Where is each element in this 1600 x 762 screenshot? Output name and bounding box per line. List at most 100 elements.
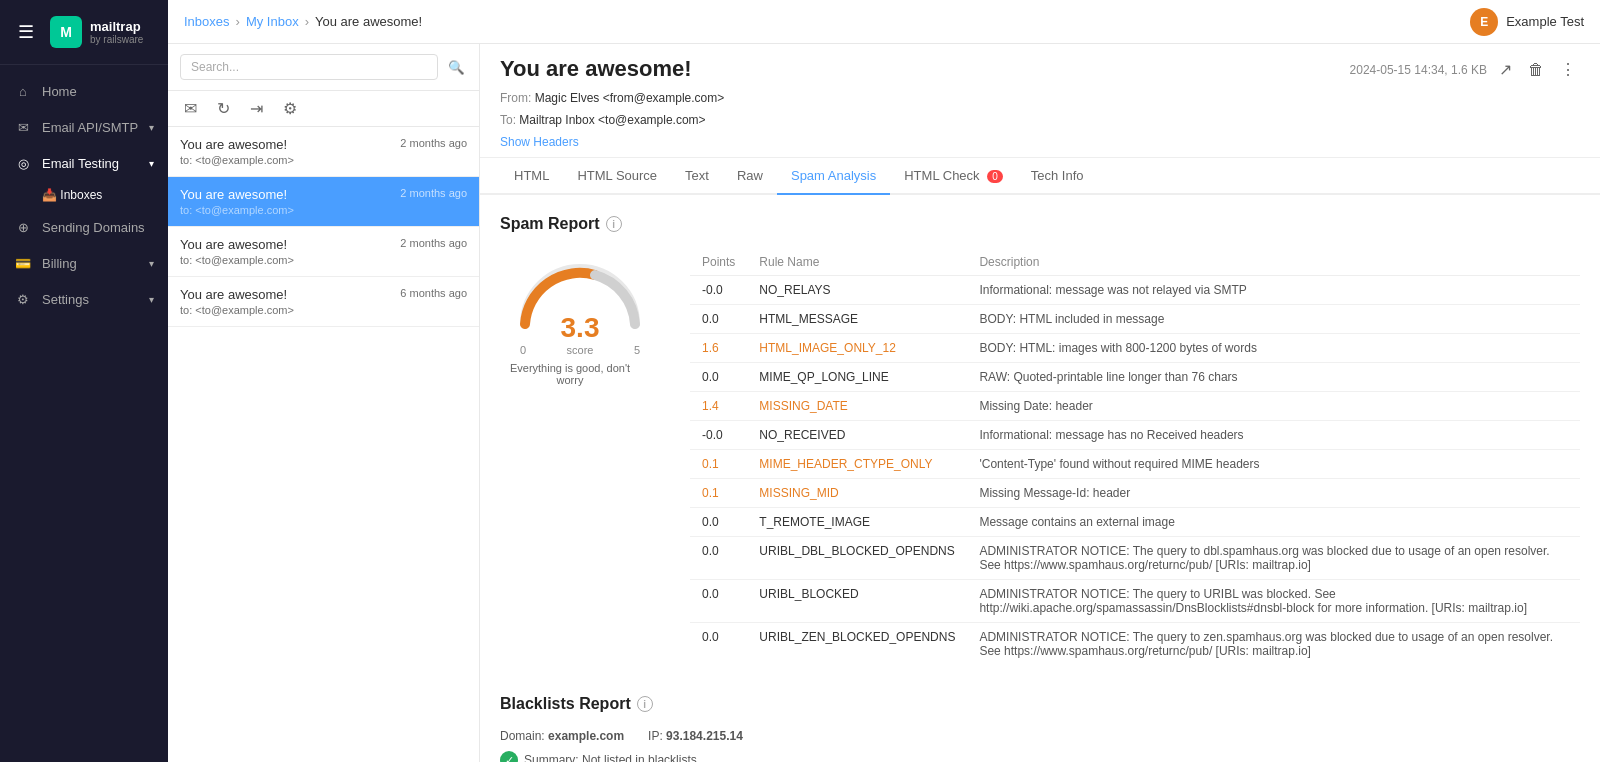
spam-report-content: 3.3 0 score 5 Everything is good, don't … [500,249,1580,665]
chevron-down-icon-2: ▾ [149,158,154,169]
sidebar-item-billing[interactable]: 💳 Billing ▾ [0,245,168,281]
sidebar-item-inboxes[interactable]: 📥 Inboxes [0,181,168,209]
blacklist-summary-text: Summary: Not listed in blacklists [524,753,697,762]
desc-cell: 'Content-Type' found without required MI… [967,450,1580,479]
check-icon: ✓ [500,751,518,762]
main-content: Inboxes › My Inbox › You are awesome! E … [168,0,1600,762]
spam-row-6: -0.0 NO_RECEIVED Informational: message … [690,421,1580,450]
email-subject: You are awesome! [500,56,724,82]
email-api-icon: ✉ [14,118,32,136]
email-detail: You are awesome! From: Magic Elves <from… [480,44,1600,762]
blacklists-report-title: Blacklists Report i [500,695,1580,713]
sidebar-item-home[interactable]: ⌂ Home [0,73,168,109]
refresh-button[interactable]: ↻ [213,97,234,120]
settings-button[interactable]: ⚙ [279,97,301,120]
email-header-actions: 2024-05-15 14:34, 1.6 KB ↗ 🗑 ⋮ [1350,56,1580,83]
email-header-left: You are awesome! From: Magic Elves <from… [500,56,724,149]
points-cell: 1.6 [690,334,747,363]
chevron-down-icon-4: ▾ [149,294,154,305]
settings-icon: ⚙ [14,290,32,308]
content-area: 🔍 ✉ ↻ ⇥ ⚙ 2 months ago You are awesome! … [168,44,1600,762]
points-cell: 0.1 [690,450,747,479]
msg-time-3: 2 months ago [400,237,467,249]
breadcrumb-my-inbox[interactable]: My Inbox [246,14,299,29]
points-cell: -0.0 [690,276,747,305]
logo-text: mailtrap by railsware [90,19,143,45]
tab-spam-analysis[interactable]: Spam Analysis [777,158,890,195]
spam-row-10: 0.0 URIBL_DBL_BLOCKED_OPENDNS ADMINISTRA… [690,537,1580,580]
delete-email-button[interactable]: 🗑 [1524,57,1548,83]
spam-row-11: 0.0 URIBL_BLOCKED ADMINISTRATOR NOTICE: … [690,580,1580,623]
sidebar-item-sending-domains-label: Sending Domains [42,220,145,235]
desc-cell: BODY: HTML: images with 800-1200 bytes o… [967,334,1580,363]
menu-toggle[interactable]: ☰ [14,17,38,47]
tab-html[interactable]: HTML [500,158,563,195]
html-check-badge: 0 [987,170,1003,183]
points-cell: 0.0 [690,508,747,537]
spam-row-9: 0.0 T_REMOTE_IMAGE Message contains an e… [690,508,1580,537]
more-actions-button[interactable]: ⋮ [1556,56,1580,83]
msg-time-1: 2 months ago [400,137,467,149]
message-item-3[interactable]: 2 months ago You are awesome! to: <to@ex… [168,227,479,277]
mark-read-button[interactable]: ✉ [180,97,201,120]
tab-text[interactable]: Text [671,158,723,195]
forward-email-button[interactable]: ↗ [1495,56,1516,83]
rule-cell: MISSING_MID [747,479,967,508]
spam-row-8: 0.1 MISSING_MID Missing Message-Id: head… [690,479,1580,508]
points-cell: 0.0 [690,363,747,392]
blacklist-ip: IP: 93.184.215.14 [648,729,743,743]
rule-cell: MIME_HEADER_CTYPE_ONLY [747,450,967,479]
tab-html-check[interactable]: HTML Check 0 [890,158,1017,195]
email-header-top: You are awesome! From: Magic Elves <from… [500,56,1580,149]
user-name: Example Test [1506,14,1584,29]
rule-cell: URIBL_DBL_BLOCKED_OPENDNS [747,537,967,580]
search-input[interactable] [180,54,438,80]
spam-report-section: Spam Report i [500,215,1580,665]
spam-report-info-icon[interactable]: i [606,216,622,232]
blacklists-info-icon[interactable]: i [637,696,653,712]
msg-to-3: to: <to@example.com> [180,254,467,266]
spam-table: Points Rule Name Description -0.0 NO_REL… [690,249,1580,665]
tab-html-source[interactable]: HTML Source [563,158,671,195]
chevron-down-icon-3: ▾ [149,258,154,269]
spam-row-5: 1.4 MISSING_DATE Missing Date: header [690,392,1580,421]
points-cell: 0.0 [690,580,747,623]
sidebar-item-sending-domains[interactable]: ⊕ Sending Domains [0,209,168,245]
show-headers-link[interactable]: Show Headers [500,135,579,149]
to-value: Mailtrap Inbox <to@example.com> [519,113,705,127]
points-cell: -0.0 [690,421,747,450]
rule-cell: HTML_MESSAGE [747,305,967,334]
list-toolbar: ✉ ↻ ⇥ ⚙ [168,91,479,127]
email-tabs: HTML HTML Source Text Raw Spam Analysis … [480,158,1600,195]
tab-raw[interactable]: Raw [723,158,777,195]
points-cell: 0.0 [690,623,747,666]
message-list: 🔍 ✉ ↻ ⇥ ⚙ 2 months ago You are awesome! … [168,44,480,762]
message-item-4[interactable]: 6 months ago You are awesome! to: <to@ex… [168,277,479,327]
search-button[interactable]: 🔍 [446,58,467,77]
gauge-max: 5 [634,344,640,356]
sidebar-item-email-testing[interactable]: ◎ Email Testing ▾ [0,145,168,181]
tab-tech-info[interactable]: Tech Info [1017,158,1098,195]
message-item-2[interactable]: 2 months ago You are awesome! to: <to@ex… [168,177,479,227]
spam-row-1: -0.0 NO_RELAYS Informational: message wa… [690,276,1580,305]
desc-cell: Missing Message-Id: header [967,479,1580,508]
blacklists-report-section: Blacklists Report i Domain: example.com … [500,695,1580,762]
sidebar-item-settings[interactable]: ⚙ Settings ▾ [0,281,168,317]
sending-domains-icon: ⊕ [14,218,32,236]
rule-cell: MIME_QP_LONG_LINE [747,363,967,392]
breadcrumb-sep-2: › [305,14,309,29]
home-icon: ⌂ [14,82,32,100]
sidebar-item-email-api[interactable]: ✉ Email API/SMTP ▾ [0,109,168,145]
email-body: Spam Report i [480,195,1600,762]
rule-cell: URIBL_ZEN_BLOCKED_OPENDNS [747,623,967,666]
sidebar-logo: ☰ M mailtrap by railsware [0,0,168,65]
email-testing-icon: ◎ [14,154,32,172]
breadcrumb-inboxes[interactable]: Inboxes [184,14,230,29]
forward-button[interactable]: ⇥ [246,97,267,120]
message-item-1[interactable]: 2 months ago You are awesome! to: <to@ex… [168,127,479,177]
msg-time-4: 6 months ago [400,287,467,299]
rule-cell: MISSING_DATE [747,392,967,421]
rule-cell: URIBL_BLOCKED [747,580,967,623]
msg-to-1: to: <to@example.com> [180,154,467,166]
spam-row-4: 0.0 MIME_QP_LONG_LINE RAW: Quoted-printa… [690,363,1580,392]
